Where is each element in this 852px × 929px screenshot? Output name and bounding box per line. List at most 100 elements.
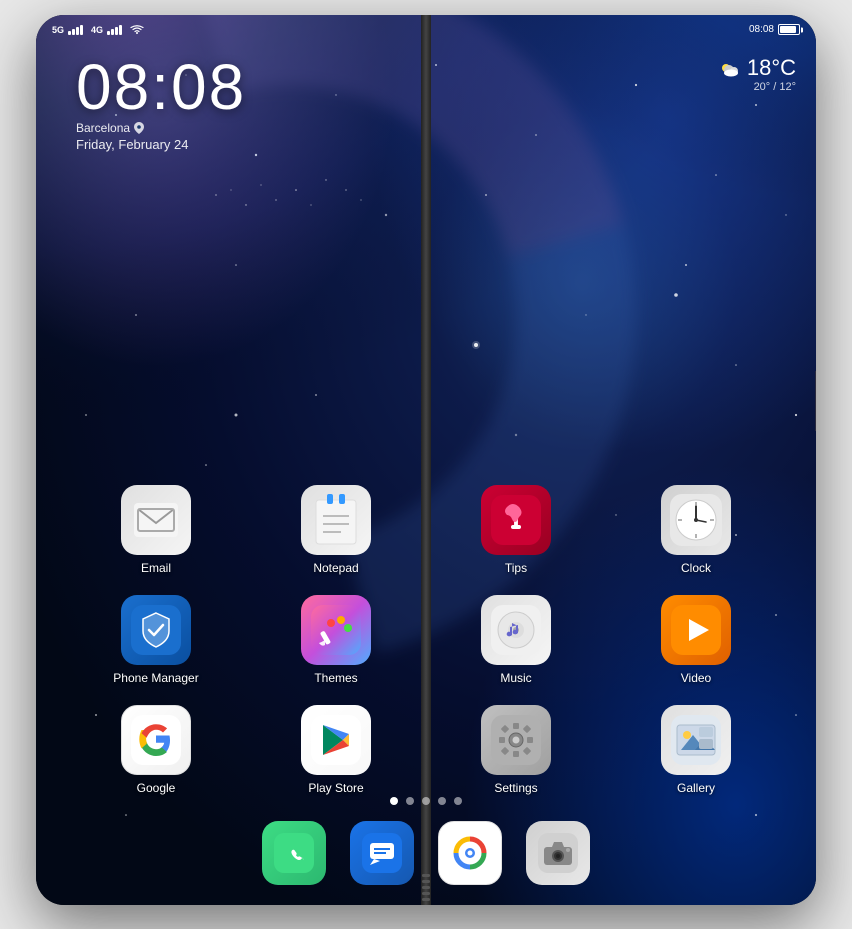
device-wrapper: 5G 4G: [36, 15, 816, 915]
app-label-themes: Themes: [314, 671, 357, 685]
screen: 5G 4G: [36, 15, 816, 905]
music-icon-svg: [491, 605, 541, 655]
settings-icon-svg: [491, 715, 541, 765]
app-label-play-store: Play Store: [308, 781, 363, 795]
page-dot-2[interactable]: [406, 797, 414, 805]
signal-bar-4: [80, 25, 83, 35]
page-dot-4[interactable]: [438, 797, 446, 805]
time-display: 08:08: [76, 55, 246, 119]
dock-item-phone[interactable]: [262, 821, 326, 885]
status-bar: 5G 4G: [36, 15, 816, 45]
signal-bar-3: [76, 27, 79, 35]
app-label-tips: Tips: [505, 561, 527, 575]
signal-bars-2: [107, 25, 122, 35]
app-label-google: Google: [137, 781, 176, 795]
status-left: 5G 4G: [52, 25, 144, 35]
app-item-themes[interactable]: Themes: [256, 595, 416, 685]
dock-item-messages[interactable]: [350, 821, 414, 885]
app-item-settings[interactable]: Settings: [436, 705, 596, 795]
app-icon-settings: [481, 705, 551, 775]
play-store-icon-svg: [311, 715, 361, 765]
weather-temp: 18°C: [747, 55, 796, 81]
dock-icon-messages: [350, 821, 414, 885]
app-label-email: Email: [141, 561, 171, 575]
page-dot-1[interactable]: [390, 797, 398, 805]
status-time: 08:08: [749, 24, 774, 35]
app-item-video[interactable]: Video: [616, 595, 776, 685]
app-icon-video: [661, 595, 731, 665]
weather-icon: [717, 58, 741, 78]
clock-icon-svg: [670, 494, 722, 546]
email-icon-svg: [134, 503, 178, 537]
app-label-phone-manager: Phone Manager: [113, 671, 198, 685]
hinge-dot-3: [422, 886, 430, 889]
app-icon-clock: [661, 485, 731, 555]
dock-item-camera[interactable]: [526, 821, 590, 885]
signal-bars-1: [68, 25, 83, 35]
app-grid: Email Notepad: [36, 485, 816, 795]
video-icon-svg: [671, 605, 721, 655]
app-icon-phone-manager: [121, 595, 191, 665]
weather-range: 20° / 12°: [717, 81, 796, 93]
app-label-notepad: Notepad: [313, 561, 358, 575]
phone-manager-icon-svg: [131, 605, 181, 655]
weather-widget: 18°C 20° / 12°: [717, 55, 796, 93]
app-label-clock: Clock: [681, 561, 711, 575]
themes-icon-svg: [311, 605, 361, 655]
notepad-icon-svg: [313, 494, 359, 546]
app-label-settings: Settings: [494, 781, 537, 795]
app-item-play-store[interactable]: Play Store: [256, 705, 416, 795]
battery-fill: [780, 26, 796, 33]
wifi-icon: [130, 25, 144, 35]
signal-bar-7: [115, 27, 118, 35]
hinge-dot-5: [422, 898, 430, 901]
dock-icon-camera: [526, 821, 590, 885]
app-icon-music: [481, 595, 551, 665]
app-label-gallery: Gallery: [677, 781, 715, 795]
app-item-phone-manager[interactable]: Phone Manager: [76, 595, 236, 685]
app-item-clock[interactable]: Clock: [616, 485, 776, 575]
signal-bar-5: [107, 31, 110, 35]
messages-dock-icon-svg: [362, 833, 402, 873]
side-button[interactable]: [815, 371, 816, 431]
app-item-notepad[interactable]: Notepad: [256, 485, 416, 575]
gallery-icon-svg: [671, 715, 721, 765]
app-icon-tips: i: [481, 485, 551, 555]
network-4g: 4G: [91, 25, 103, 35]
chrome-dock-icon-svg: [450, 833, 490, 873]
app-icon-play-store: [301, 705, 371, 775]
app-item-email[interactable]: Email: [76, 485, 236, 575]
app-icon-notepad: [301, 485, 371, 555]
signal-bar-2: [72, 29, 75, 35]
app-item-music[interactable]: Music: [436, 595, 596, 685]
location-text: Barcelona: [76, 121, 130, 135]
network-5g: 5G: [52, 25, 64, 35]
dock-icon-chrome: [438, 821, 502, 885]
dock: [262, 821, 590, 885]
app-icon-email: [121, 485, 191, 555]
page-dot-3[interactable]: [422, 797, 430, 805]
page-dot-5[interactable]: [454, 797, 462, 805]
app-item-tips[interactable]: i Tips: [436, 485, 596, 575]
signal-bar-6: [111, 29, 114, 35]
app-icon-google: [121, 705, 191, 775]
app-item-gallery[interactable]: Gallery: [616, 705, 776, 795]
battery-icon: [778, 24, 800, 35]
device-body: 5G 4G: [36, 15, 816, 905]
signal-bar-8: [119, 25, 122, 35]
tips-icon-svg: i: [491, 495, 541, 545]
app-icon-gallery: [661, 705, 731, 775]
signal-bar-1: [68, 31, 71, 35]
google-icon-svg: [131, 715, 181, 765]
page-dots: [390, 797, 462, 805]
dock-icon-phone: [262, 821, 326, 885]
camera-dock-icon-svg: [538, 833, 578, 873]
dock-item-chrome[interactable]: [438, 821, 502, 885]
app-item-google[interactable]: Google: [76, 705, 236, 795]
hinge-dot-4: [422, 892, 430, 895]
app-label-music: Music: [500, 671, 531, 685]
clock-section: 08:08 Barcelona Friday, February 24: [76, 55, 246, 152]
phone-dock-icon-svg: [274, 833, 314, 873]
app-icon-themes: [301, 595, 371, 665]
app-label-video: Video: [681, 671, 711, 685]
